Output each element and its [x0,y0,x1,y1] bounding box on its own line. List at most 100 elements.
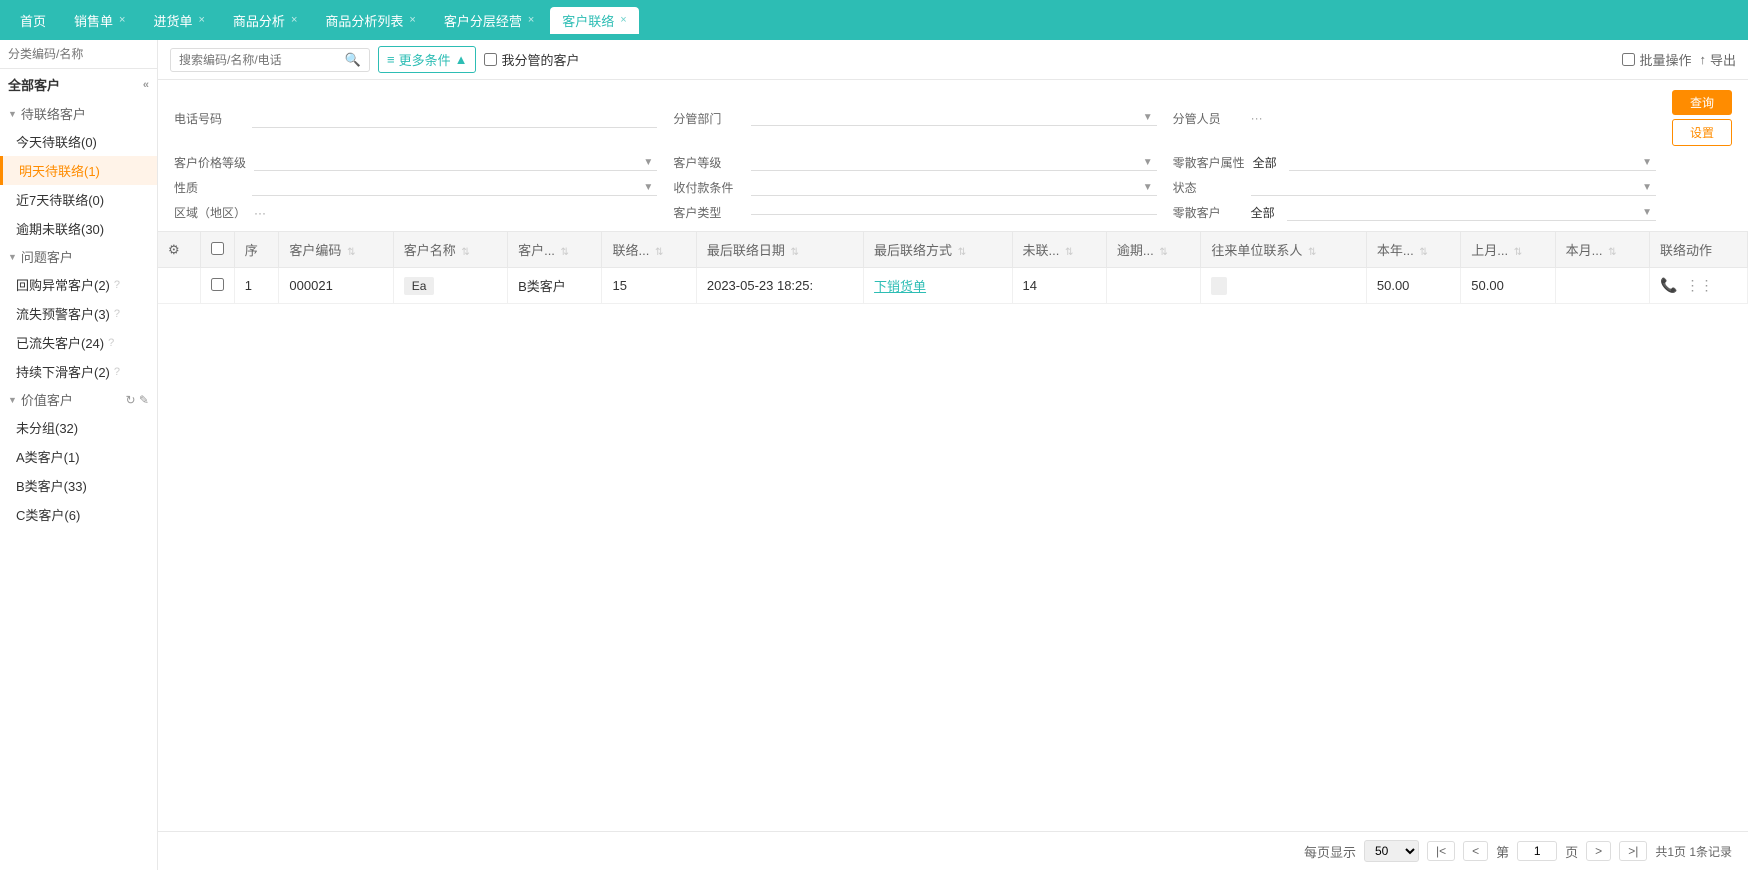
table-area: ⚙ 序 客户编码 ⇅ 客户名称 ⇅ [158,232,1748,831]
nav-customer-segmentation[interactable]: 客户分层经营 × [432,7,546,34]
overdue-sort-icon[interactable]: ⇅ [1159,247,1167,258]
filter-field-status: 状态 ▼ [1173,179,1656,196]
customer-type-sort-icon[interactable]: ⇅ [561,247,569,258]
filter-person-dots[interactable]: ··· [1251,111,1263,125]
sidebar-item-tomorrow[interactable]: 明天待联络(1) [0,156,157,185]
row-uncontact: 14 [1012,268,1106,304]
uncontact-sort-icon[interactable]: ⇅ [1065,247,1073,258]
nav-purchase[interactable]: 进货单 × [141,7,216,34]
filter-customer-level-select[interactable]: ▼ [751,155,1156,171]
sidebar-item-class-c[interactable]: C类客户(6) [0,500,157,529]
filter-field-customer-level: 客户等级 ▼ [673,154,1156,171]
close-customer-contact-icon[interactable]: × [620,14,626,26]
filter-field-nature: 性质 ▼ [174,179,657,196]
row-checkbox[interactable] [211,278,224,291]
filter-field-payment: 收付款条件 ▼ [673,179,1156,196]
filter-area-dots[interactable]: ··· [254,206,266,220]
filter-customer-type-select[interactable] [751,210,1156,215]
sidebar-item-class-a[interactable]: A类客户(1) [0,442,157,471]
more-filter-label: 更多条件 [399,50,451,69]
column-settings-icon[interactable]: ⚙ [168,242,180,257]
sidebar-section-problem: 问题客户 [0,243,157,270]
page-size-select[interactable]: 50 10 20 100 [1364,840,1419,862]
page-size-label: 每页显示 [1304,842,1356,861]
filter-nature-select[interactable]: ▼ [252,180,657,196]
sidebar-item-declining[interactable]: 持续下滑客户(2) ? [0,357,157,386]
export-button[interactable]: ↑ 导出 [1699,50,1736,69]
more-filter-button[interactable]: ≡ 更多条件 ▲ [378,46,476,73]
prev-page-button[interactable]: < [1463,841,1488,861]
close-product-analysis-icon[interactable]: × [291,14,297,26]
sidebar-all-customers[interactable]: 全部客户 « [0,69,157,100]
row-last-contact-method[interactable]: 下销货单 [864,268,1012,304]
close-purchase-icon[interactable]: × [198,14,204,26]
filter-price-level-select[interactable]: ▼ [254,155,657,171]
name-sort-icon[interactable]: ⇅ [461,247,469,258]
filter-status-select[interactable]: ▼ [1251,180,1656,196]
query-button[interactable]: 查询 [1672,90,1732,115]
this-month-sort-icon[interactable]: ⇅ [1608,247,1616,258]
set-button[interactable]: 设置 [1672,119,1732,146]
filter-phone-input[interactable] [252,109,657,128]
page-label: 第 [1496,842,1509,861]
filter-retail-customer-select[interactable]: ▼ [1287,205,1656,221]
hint-icon-warning: ? [114,308,120,320]
phone-action-icon[interactable]: 📞 [1660,277,1677,294]
col-customer-type: 客户... ⇅ [508,232,602,268]
bulk-op-label: 批量操作 [1639,50,1691,69]
filter-row-1: 电话号码 分管部门 ▼ 分管人员 ··· 查询 设置 [174,90,1732,146]
sidebar-item-ungrouped[interactable]: 未分组(32) [0,413,157,442]
last-method-sort-icon[interactable]: ⇅ [958,247,966,258]
nav-product-analysis[interactable]: 商品分析 × [221,7,309,34]
nav-sales[interactable]: 销售单 × [62,7,137,34]
main-search-input[interactable] [179,53,341,67]
my-customer-label: 我分管的客户 [501,50,579,69]
bulk-op-button[interactable]: 批量操作 [1622,50,1691,69]
close-product-analysis-list-icon[interactable]: × [409,14,415,26]
main-search-box[interactable]: 🔍 [170,48,370,72]
contact-sort-icon[interactable]: ⇅ [655,247,663,258]
sidebar-search-input[interactable] [8,47,158,61]
dept-chevron-down-icon: ▼ [1143,112,1153,123]
contact-person-sort-icon[interactable]: ⇅ [1308,247,1316,258]
page-number-input[interactable] [1517,841,1557,861]
filter-person-label: 分管人员 [1173,110,1243,127]
last-month-sort-icon[interactable]: ⇅ [1514,247,1522,258]
sidebar-item-class-b[interactable]: B类客户(33) [0,471,157,500]
search-icon[interactable]: 🔍 [345,52,361,68]
filter-field-customer-type: 客户类型 [673,204,1156,221]
code-sort-icon[interactable]: ⇅ [347,247,355,258]
last-contact-method-link[interactable]: 下销货单 [874,279,926,294]
payment-chevron-down-icon: ▼ [1143,182,1153,193]
nav-product-analysis-list[interactable]: 商品分析列表 × [313,7,427,34]
nav-home[interactable]: 首页 [8,7,58,34]
bulk-checkbox[interactable] [1622,53,1635,66]
nav-customer-contact[interactable]: 客户联络 × [550,7,638,34]
sidebar-item-abnormal[interactable]: 回购异常客户(2) ? [0,270,157,299]
sidebar-item-overdue[interactable]: 逾期未联络(30) [0,214,157,243]
col-settings: ⚙ [158,232,200,268]
grid-action-icon[interactable]: ⋮⋮ [1685,277,1713,294]
sidebar-item-warning[interactable]: 流失预警客户(3) ? [0,299,157,328]
sidebar-item-today[interactable]: 今天待联络(0) [0,127,157,156]
sidebar-item-lost[interactable]: 已流失客户(24) ? [0,328,157,357]
my-customer-checkbox-area[interactable]: 我分管的客户 [484,50,579,69]
last-page-button[interactable]: >| [1619,841,1647,861]
filter-payment-select[interactable]: ▼ [751,180,1156,196]
first-page-button[interactable]: |< [1427,841,1455,861]
hint-icon-lost: ? [108,337,114,349]
select-all-checkbox[interactable] [211,242,224,255]
next-page-button[interactable]: > [1586,841,1611,861]
close-customer-segmentation-icon[interactable]: × [528,14,534,26]
all-customers-label: 全部客户 [8,75,60,94]
retail-attr-chevron-down-icon: ▼ [1642,157,1652,168]
filter-retail-attr-select[interactable]: ▼ [1289,155,1656,171]
my-customer-checkbox[interactable] [484,53,497,66]
this-year-sort-icon[interactable]: ⇅ [1419,247,1427,258]
close-sales-icon[interactable]: × [119,14,125,26]
main-layout: 🔍 全部客户 « 待联络客户 今天待联络(0) 明天待联络(1) 近7天待联络(… [0,40,1748,870]
filter-dept-select[interactable]: ▼ [751,110,1156,126]
last-date-sort-icon[interactable]: ⇅ [791,247,799,258]
pagination-bar: 每页显示 50 10 20 100 |< < 第 页 > >| 共1页 1条记录 [158,831,1748,870]
sidebar-item-7days[interactable]: 近7天待联络(0) [0,185,157,214]
